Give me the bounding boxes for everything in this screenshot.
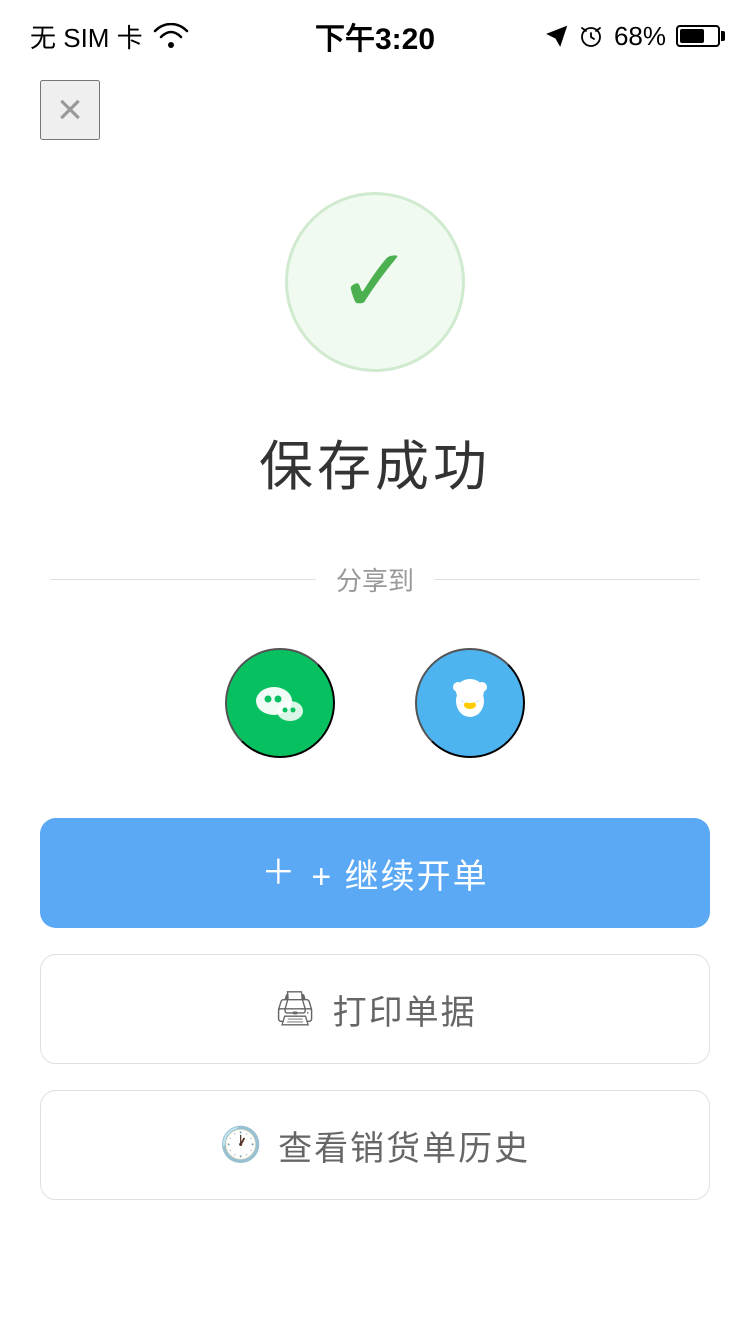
checkmark-icon: ✓ — [337, 237, 412, 327]
status-right: 68% — [546, 21, 720, 52]
share-divider: 分享到 — [50, 561, 700, 598]
history-button[interactable]: 🕐 查看销货单历史 — [40, 1090, 710, 1200]
qq-share-button[interactable] — [415, 648, 525, 758]
clock-icon: 🕐 — [220, 1128, 264, 1162]
buttons-section: ＋ + 继续开单 🖨 打印单据 🕐 查看销货单历史 — [0, 818, 750, 1200]
no-sim-text: 无 SIM 卡 — [30, 18, 143, 55]
success-circle: ✓ — [285, 192, 465, 372]
close-button[interactable]: × — [40, 80, 100, 140]
print-icon: 🖨 — [273, 992, 318, 1026]
share-icons — [50, 648, 700, 758]
print-label: 打印单据 — [333, 985, 477, 1034]
success-title: 保存成功 — [259, 422, 491, 501]
status-left: 无 SIM 卡 — [30, 18, 189, 55]
wifi-icon — [153, 23, 189, 49]
divider-right — [434, 579, 700, 580]
qq-logo — [438, 671, 503, 736]
continue-label: + 继续开单 — [311, 849, 488, 898]
close-icon: × — [57, 88, 83, 132]
share-label: 分享到 — [336, 561, 414, 598]
divider-left — [50, 579, 316, 580]
main-content: ✓ 保存成功 分享到 — [0, 72, 750, 1200]
battery-icon — [676, 25, 720, 47]
continue-button[interactable]: ＋ + 继续开单 — [40, 818, 710, 928]
wechat-logo — [248, 671, 313, 736]
battery-percent: 68% — [614, 21, 666, 52]
history-label: 查看销货单历史 — [278, 1121, 530, 1170]
location-icon — [546, 25, 568, 47]
status-bar: 无 SIM 卡 下午3:20 68% — [0, 0, 750, 72]
wechat-share-button[interactable] — [225, 648, 335, 758]
print-button[interactable]: 🖨 打印单据 — [40, 954, 710, 1064]
status-time: 下午3:20 — [315, 14, 435, 58]
alarm-icon — [578, 23, 604, 49]
plus-icon: ＋ — [261, 856, 297, 890]
share-section: 分享到 — [0, 561, 750, 758]
